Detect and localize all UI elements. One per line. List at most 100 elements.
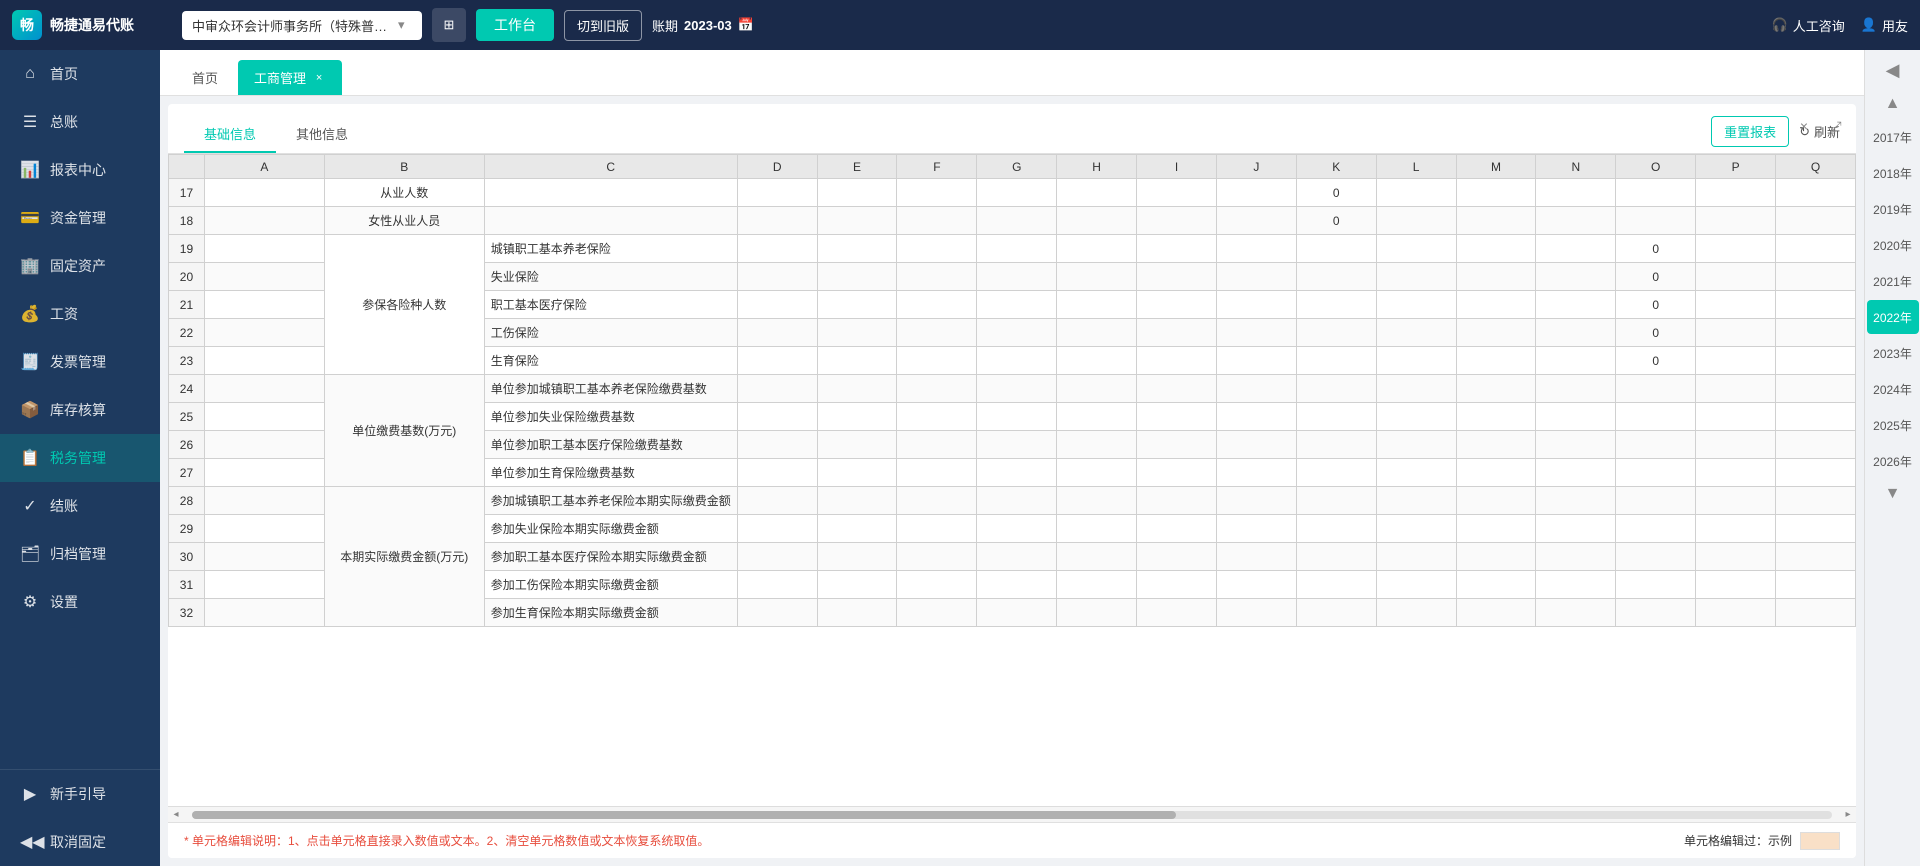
year-item-2025年[interactable]: 2025年 (1867, 408, 1919, 442)
cell-i[interactable] (1137, 347, 1217, 375)
cell-e[interactable] (817, 263, 897, 291)
cell-e[interactable] (817, 599, 897, 627)
cell-a[interactable] (204, 599, 324, 627)
cell-l[interactable] (1376, 571, 1456, 599)
cell-h[interactable] (1057, 431, 1137, 459)
cell-i[interactable] (1137, 599, 1217, 627)
cell-h[interactable] (1057, 319, 1137, 347)
cell-h[interactable] (1057, 263, 1137, 291)
cell-j[interactable] (1216, 347, 1296, 375)
cell-m[interactable] (1456, 179, 1536, 207)
cell-q[interactable] (1776, 291, 1856, 319)
cell-d[interactable] (737, 571, 817, 599)
cell-g[interactable] (977, 235, 1057, 263)
cell-g[interactable] (977, 179, 1057, 207)
tab-home[interactable]: 首页 (176, 60, 234, 95)
spreadsheet-wrap[interactable]: A B C D E F G H I J K L M (168, 154, 1856, 806)
cell-g[interactable] (977, 515, 1057, 543)
cell-a[interactable] (204, 515, 324, 543)
cell-d[interactable] (737, 291, 817, 319)
cell-j[interactable] (1216, 207, 1296, 235)
cell-o[interactable] (1616, 375, 1696, 403)
cell-a[interactable] (204, 207, 324, 235)
cell-e[interactable] (817, 459, 897, 487)
cell-e[interactable] (817, 515, 897, 543)
cell-n[interactable] (1536, 599, 1616, 627)
year-item-2024年[interactable]: 2024年 (1867, 372, 1919, 406)
cell-o[interactable]: 0 (1616, 291, 1696, 319)
workbench-button[interactable]: 工作台 (476, 9, 554, 41)
cell-j[interactable] (1216, 459, 1296, 487)
cell-l[interactable] (1376, 599, 1456, 627)
cell-c[interactable]: 生育保险 (484, 347, 737, 375)
cell-n[interactable] (1536, 459, 1616, 487)
cell-o[interactable] (1616, 487, 1696, 515)
cell-q[interactable] (1776, 543, 1856, 571)
cell-k[interactable] (1296, 403, 1376, 431)
cell-f[interactable] (897, 543, 977, 571)
cell-e[interactable] (817, 403, 897, 431)
cell-g[interactable] (977, 459, 1057, 487)
cell-f[interactable] (897, 487, 977, 515)
cell-a[interactable] (204, 403, 324, 431)
cell-o[interactable] (1616, 179, 1696, 207)
cell-k[interactable]: 0 (1296, 179, 1376, 207)
cell-e[interactable] (817, 347, 897, 375)
cell-p[interactable] (1696, 487, 1776, 515)
cell-o[interactable] (1616, 515, 1696, 543)
year-item-2017年[interactable]: 2017年 (1867, 120, 1919, 154)
cell-n[interactable] (1536, 207, 1616, 235)
cell-k[interactable] (1296, 263, 1376, 291)
cell-i[interactable] (1137, 207, 1217, 235)
cell-e[interactable] (817, 375, 897, 403)
cell-l[interactable] (1376, 403, 1456, 431)
cell-e[interactable] (817, 179, 897, 207)
cell-c[interactable]: 参加失业保险本期实际缴费金额 (484, 515, 737, 543)
cell-l[interactable] (1376, 179, 1456, 207)
cell-h[interactable] (1057, 515, 1137, 543)
cell-d[interactable] (737, 431, 817, 459)
cell-i[interactable] (1137, 515, 1217, 543)
cell-a[interactable] (204, 375, 324, 403)
cell-h[interactable] (1057, 403, 1137, 431)
cell-q[interactable] (1776, 319, 1856, 347)
cell-m[interactable] (1456, 319, 1536, 347)
cell-f[interactable] (897, 431, 977, 459)
cell-e[interactable] (817, 291, 897, 319)
cell-k[interactable] (1296, 459, 1376, 487)
cell-p[interactable] (1696, 347, 1776, 375)
sidebar-item-guide[interactable]: ▶ 新手引导 (0, 770, 160, 818)
cell-l[interactable] (1376, 487, 1456, 515)
cell-h[interactable] (1057, 543, 1137, 571)
cell-b[interactable]: 单位缴费基数(万元) (324, 375, 484, 487)
cell-l[interactable] (1376, 375, 1456, 403)
cell-m[interactable] (1456, 515, 1536, 543)
cell-d[interactable] (737, 235, 817, 263)
cell-o[interactable] (1616, 571, 1696, 599)
cell-e[interactable] (817, 319, 897, 347)
cell-p[interactable] (1696, 599, 1776, 627)
cell-g[interactable] (977, 263, 1057, 291)
sidebar-item-home[interactable]: ⌂ 首页 (0, 50, 160, 98)
year-item-2020年[interactable]: 2020年 (1867, 228, 1919, 262)
cell-d[interactable] (737, 599, 817, 627)
cell-n[interactable] (1536, 235, 1616, 263)
cell-p[interactable] (1696, 263, 1776, 291)
cell-l[interactable] (1376, 291, 1456, 319)
cell-i[interactable] (1137, 375, 1217, 403)
cell-g[interactable] (977, 431, 1057, 459)
cell-g[interactable] (977, 487, 1057, 515)
cell-k[interactable]: 0 (1296, 207, 1376, 235)
cell-q[interactable] (1776, 403, 1856, 431)
cell-k[interactable] (1296, 487, 1376, 515)
consult-item[interactable]: 🎧 人工咨询 (1772, 16, 1845, 35)
cell-k[interactable] (1296, 291, 1376, 319)
cell-c[interactable]: 单位参加失业保险缴费基数 (484, 403, 737, 431)
cell-f[interactable] (897, 291, 977, 319)
sidebar-item-capital[interactable]: 💳 资金管理 (0, 194, 160, 242)
year-down-button[interactable]: ▼ (1867, 480, 1919, 508)
cell-p[interactable] (1696, 515, 1776, 543)
cell-a[interactable] (204, 571, 324, 599)
cell-b[interactable]: 参保各险种人数 (324, 235, 484, 375)
cell-q[interactable] (1776, 599, 1856, 627)
